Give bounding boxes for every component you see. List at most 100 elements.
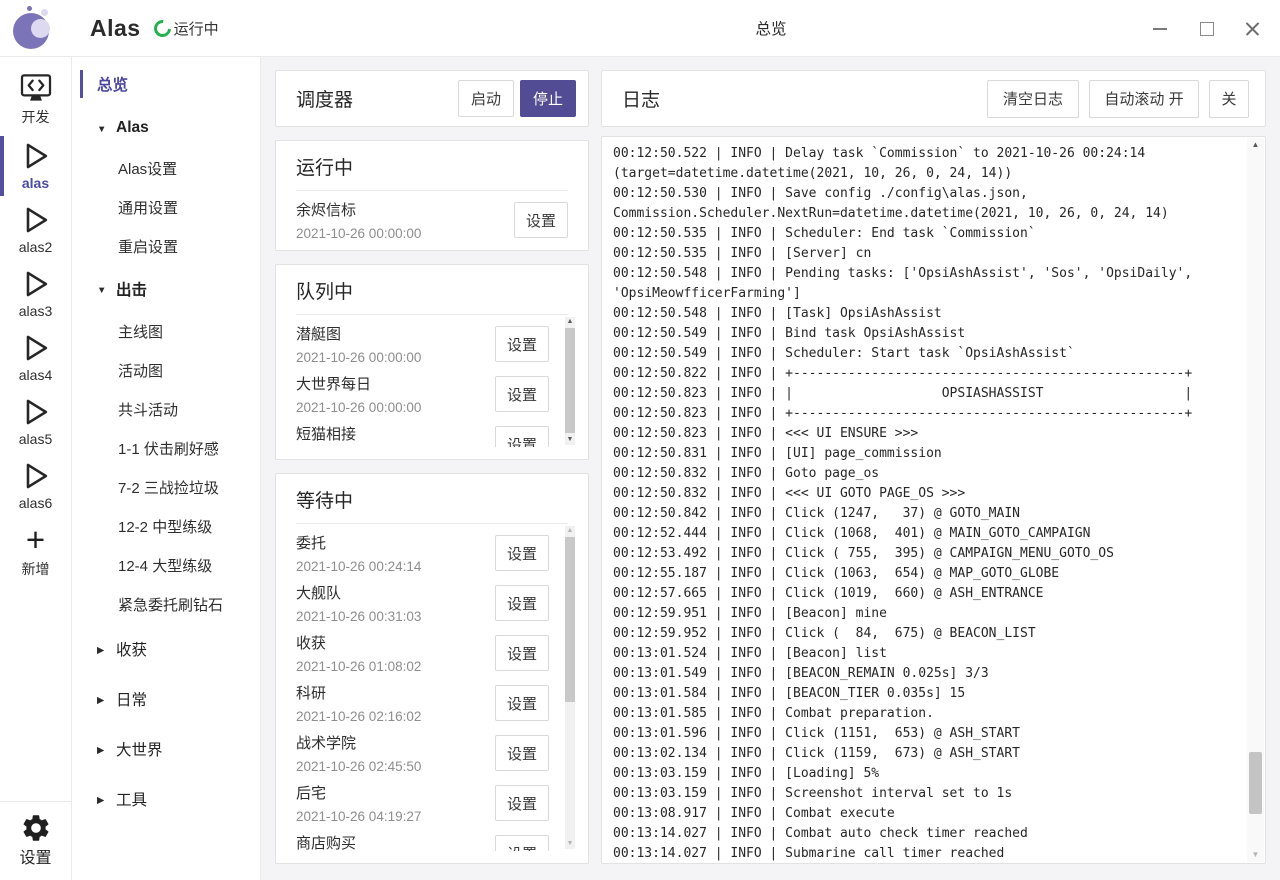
instance-sidebar: 开发 alas alas2 alas3	[0, 57, 72, 880]
task-setting-button[interactable]: 设置	[495, 426, 549, 447]
menu-group-label: Alas	[116, 119, 149, 137]
log-line: 00:12:50.823 | INFO | <<< UI ENSURE >>>	[613, 424, 1235, 444]
nav-item-alas4[interactable]: alas4	[0, 326, 72, 390]
menu-item-12-2[interactable]: 12-2 中型练级	[72, 507, 260, 546]
log-scrollbar[interactable]: ▲ ▼	[1247, 138, 1264, 862]
menu-item-alas-settings[interactable]: Alas设置	[72, 149, 260, 188]
log-line: 00:12:57.665 | INFO | Click (1019, 660) …	[613, 584, 1235, 604]
log-line: 00:12:59.952 | INFO | Click ( 84, 675) @…	[613, 624, 1235, 644]
scrollbar-thumb[interactable]	[1249, 752, 1262, 814]
menu-group-header-opsi[interactable]: 大世界	[72, 724, 260, 774]
task-setting-button[interactable]: 设置	[495, 535, 549, 571]
minimize-button[interactable]	[1153, 21, 1168, 36]
menu-item-event-map[interactable]: 活动图	[72, 351, 260, 390]
menu-sidebar: 总览 Alas Alas设置 通用设置 重启设置 出击 主线图 活动图 共斗活动…	[72, 57, 261, 880]
nav-item-alas2[interactable]: alas2	[0, 198, 72, 262]
maximize-button[interactable]	[1199, 21, 1214, 36]
scheduler-start-button[interactable]: 启动	[458, 80, 514, 117]
chevron-right-icon	[97, 740, 108, 758]
app-title: Alas	[90, 15, 141, 42]
log-line: 00:12:50.832 | INFO | <<< UI GOTO PAGE_O…	[613, 484, 1235, 504]
waiting-scrollbar[interactable]: ▲ ▼	[565, 526, 575, 849]
autoscroll-off-button[interactable]: 关	[1209, 80, 1249, 118]
menu-item-urgent-commission[interactable]: 紧急委托刷钻石	[72, 585, 260, 624]
window-controls	[1153, 0, 1260, 57]
menu-group-sortie: 出击 主线图 活动图 共斗活动 1-1 伏击刷好感 7-2 三战捡垃圾 12-2…	[72, 266, 260, 624]
task-row: 收获 2021-10-26 01:08:02 设置	[296, 624, 549, 674]
menu-item-overview[interactable]: 总览	[72, 67, 260, 101]
scroll-up-icon[interactable]: ▲	[565, 526, 575, 536]
task-setting-button[interactable]: 设置	[495, 376, 549, 412]
play-icon	[20, 332, 52, 364]
task-name: 余烬信标	[296, 201, 514, 221]
scroll-down-icon[interactable]: ▼	[1247, 848, 1264, 862]
menu-group-header-sortie[interactable]: 出击	[72, 266, 260, 312]
nav-label: alas2	[19, 239, 52, 255]
close-button[interactable]	[1245, 21, 1260, 36]
nav-item-alas3[interactable]: alas3	[0, 262, 72, 326]
task-row: 潜艇图 2021-10-26 00:00:00 设置	[296, 315, 549, 365]
pending-scrollbar[interactable]: ▲ ▼	[565, 317, 575, 445]
log-line: 00:12:50.548 | INFO | Pending tasks: ['O…	[613, 264, 1235, 304]
pending-panel: 队列中 潜艇图 2021-10-26 00:00:00 设置 大世界每日	[275, 264, 589, 460]
scrollbar-thumb[interactable]	[565, 537, 575, 702]
play-icon	[20, 268, 52, 300]
page-title: 总览	[755, 17, 786, 39]
scroll-down-icon[interactable]: ▼	[565, 435, 575, 445]
task-setting-button[interactable]: 设置	[495, 835, 549, 851]
nav-item-alas[interactable]: alas	[0, 134, 72, 198]
clear-log-button[interactable]: 清空日志	[987, 80, 1079, 118]
waiting-title: 等待中	[296, 486, 568, 524]
nav-label: 设置	[19, 844, 51, 868]
nav-item-settings[interactable]: 设置	[0, 801, 72, 880]
autoscroll-on-button[interactable]: 自动滚动 开	[1089, 80, 1199, 118]
scheduler-stop-button[interactable]: 停止	[520, 80, 576, 117]
nav-item-dev[interactable]: 开发	[0, 66, 72, 134]
task-time: 2021-10-26 00:31:03	[296, 608, 495, 625]
menu-group-header-alas[interactable]: Alas	[72, 107, 260, 149]
waiting-panel: 等待中 委托 2021-10-26 00:24:14 设置 大舰队	[275, 473, 589, 864]
log-line: 00:12:50.842 | INFO | Click (1247, 37) @…	[613, 504, 1235, 524]
menu-item-main-map[interactable]: 主线图	[72, 312, 260, 351]
log-line: 00:13:01.584 | INFO | [BEACON_TIER 0.035…	[613, 684, 1235, 704]
nav-item-alas6[interactable]: alas6	[0, 454, 72, 518]
scroll-down-icon[interactable]: ▼	[565, 839, 575, 849]
log-line: 00:12:53.492 | INFO | Click ( 755, 395) …	[613, 544, 1235, 564]
log-header-panel: 日志 清空日志 自动滚动 开 关	[601, 70, 1266, 127]
task-setting-button[interactable]: 设置	[495, 585, 549, 621]
scroll-up-icon[interactable]: ▲	[1247, 138, 1264, 152]
menu-item-general-settings[interactable]: 通用设置	[72, 188, 260, 227]
scroll-up-icon[interactable]: ▲	[565, 317, 575, 327]
menu-item-12-4[interactable]: 12-4 大型练级	[72, 546, 260, 585]
chevron-down-icon	[97, 119, 108, 137]
scrollbar-thumb[interactable]	[565, 328, 575, 433]
menu-group-header-daily[interactable]: 日常	[72, 674, 260, 724]
nav-item-alas5[interactable]: alas5	[0, 390, 72, 454]
scheduler-title: 调度器	[296, 85, 458, 112]
menu-item-7-2[interactable]: 7-2 三战捡垃圾	[72, 468, 260, 507]
task-name: 收获	[296, 634, 495, 654]
log-line: 00:12:55.187 | INFO | Click (1063, 654) …	[613, 564, 1235, 584]
log-line: 00:12:50.823 | INFO | | OPSIASHASSIST |	[613, 384, 1235, 404]
menu-item-1-1[interactable]: 1-1 伏击刷好感	[72, 429, 260, 468]
task-setting-button[interactable]: 设置	[495, 635, 549, 671]
task-row: 大舰队 2021-10-26 00:31:03 设置	[296, 574, 549, 624]
task-setting-button[interactable]: 设置	[495, 326, 549, 362]
task-row: 商店购买 设置	[296, 824, 549, 851]
task-setting-button[interactable]: 设置	[495, 735, 549, 771]
task-setting-button[interactable]: 设置	[514, 202, 568, 238]
chevron-right-icon	[97, 640, 108, 658]
log-line: 00:13:01.585 | INFO | Combat preparation…	[613, 704, 1235, 724]
task-setting-button[interactable]: 设置	[495, 785, 549, 821]
task-setting-button[interactable]: 设置	[495, 685, 549, 721]
task-row: 大世界每日 2021-10-26 00:00:00 设置	[296, 365, 549, 415]
menu-group-header-tools[interactable]: 工具	[72, 774, 260, 824]
log-line: 00:13:01.524 | INFO | [Beacon] list	[613, 644, 1235, 664]
menu-item-restart-settings[interactable]: 重启设置	[72, 227, 260, 266]
nav-item-add[interactable]: + 新增	[0, 518, 72, 586]
menu-group-header-reward[interactable]: 收获	[72, 624, 260, 674]
menu-item-coalition[interactable]: 共斗活动	[72, 390, 260, 429]
log-line: 00:13:02.134 | INFO | Click (1159, 673) …	[613, 744, 1235, 764]
log-panel[interactable]: 00:12:50.522 | INFO | Delay task `Commis…	[601, 136, 1266, 864]
scheduler-status: 运行中	[154, 18, 219, 39]
